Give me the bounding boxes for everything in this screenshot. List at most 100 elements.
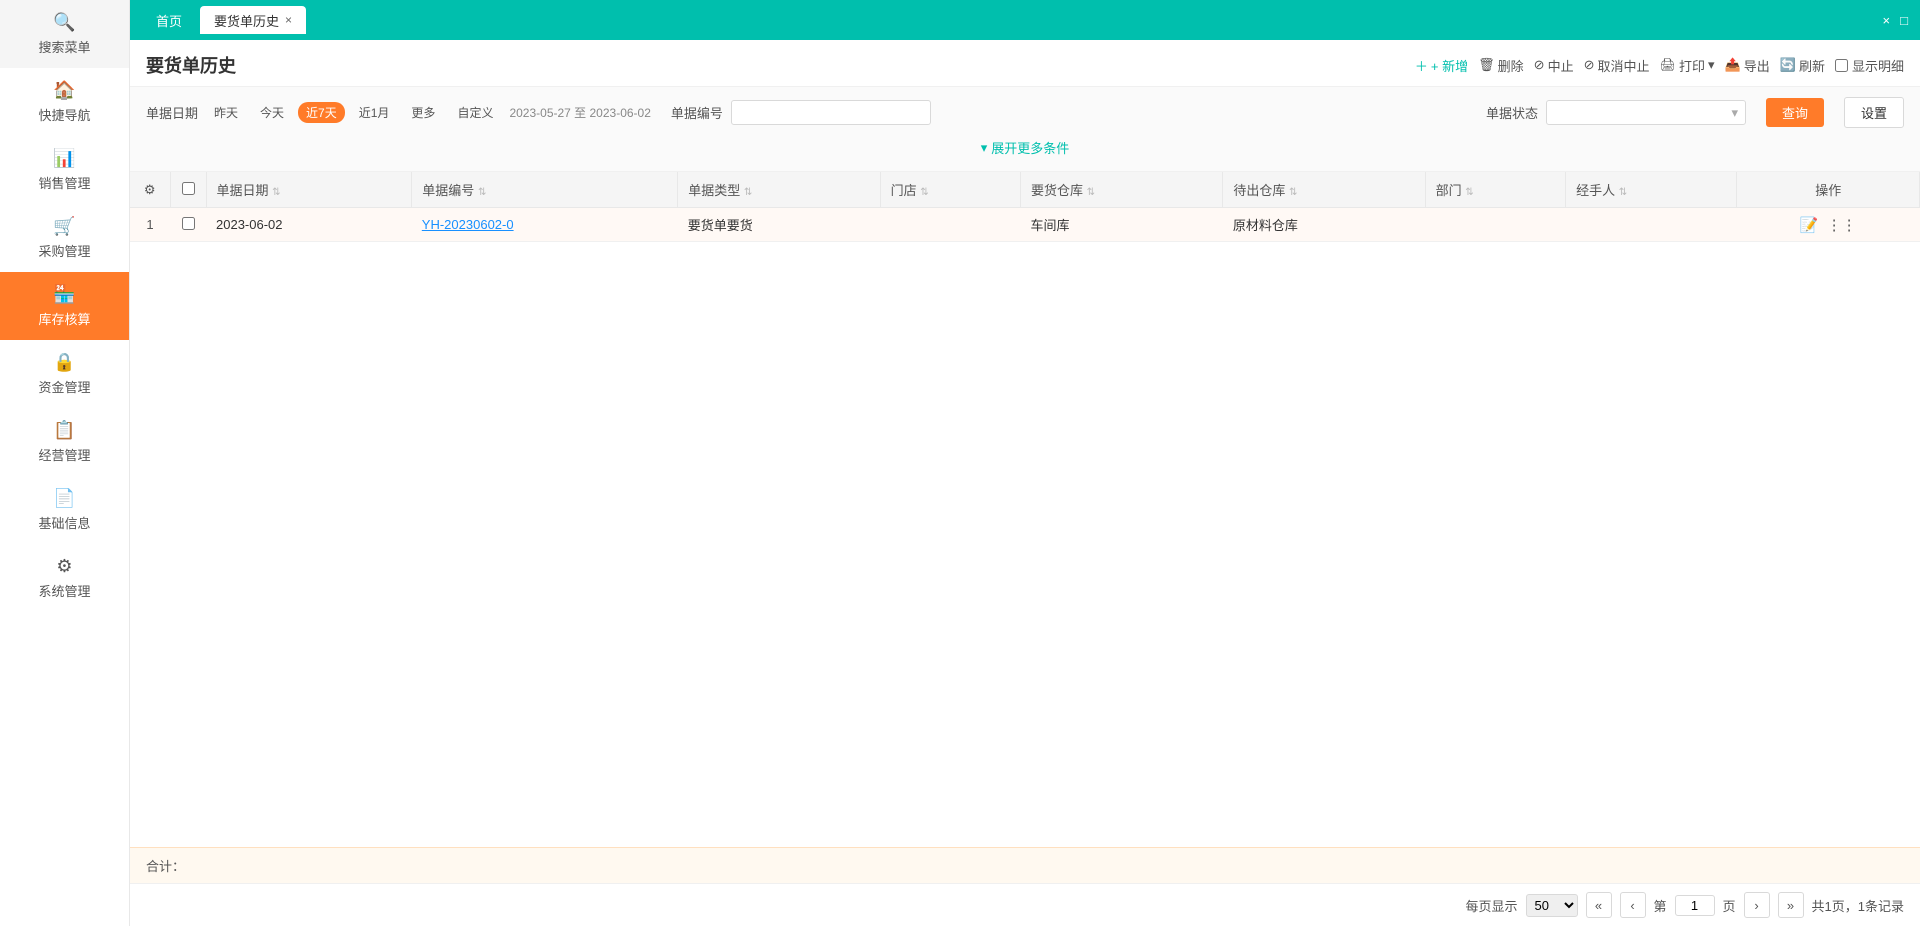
- stop-button[interactable]: ⊘ 中止: [1534, 56, 1574, 75]
- col-req-warehouse[interactable]: 要货仓库 ⇅: [1021, 172, 1223, 208]
- date-options: 昨天 今天 近7天 近1月 更多 自定义: [206, 102, 501, 123]
- row-doc-type: 要货单要货: [678, 208, 880, 242]
- col-pending-warehouse[interactable]: 待出仓库 ⇅: [1223, 172, 1425, 208]
- sidebar-item-label: 经营管理: [38, 445, 90, 464]
- doc-status-select[interactable]: [1546, 100, 1746, 125]
- doc-status-filter-group: 单据状态: [1486, 100, 1746, 125]
- finance-mgmt-icon: 🔒: [53, 352, 75, 373]
- data-table: ⚙ 单据日期 ⇅ 单据编号 ⇅ 单据类型: [130, 172, 1920, 242]
- sidebar-item-sys-mgmt[interactable]: ⚙ 系统管理: [0, 544, 129, 612]
- doc-status-select-wrap: [1546, 100, 1746, 125]
- sort-doctype-icon: ⇅: [744, 187, 752, 198]
- sidebar-item-label: 搜索菜单: [38, 37, 90, 56]
- table-footer: 合计：: [130, 847, 1920, 883]
- col-handler[interactable]: 经手人 ⇅: [1566, 172, 1737, 208]
- print-button[interactable]: 🖨 打印 ▾: [1660, 56, 1715, 75]
- col-date[interactable]: 单据日期 ⇅: [206, 172, 412, 208]
- sidebar-item-label: 采购管理: [38, 241, 90, 260]
- sidebar-item-label: 快捷导航: [38, 105, 90, 124]
- table-header-row: ⚙ 单据日期 ⇅ 单据编号 ⇅ 单据类型: [130, 172, 1920, 208]
- settings-button[interactable]: 设置: [1844, 97, 1904, 128]
- cancel-stop-icon: ⊘: [1584, 57, 1595, 73]
- delete-button[interactable]: 🗑 删除: [1478, 56, 1524, 75]
- row-store: [880, 208, 1020, 242]
- sort-pendwh-icon: ⇅: [1289, 187, 1297, 198]
- page-header: 要货单历史 ＋ + 新增 🗑 删除 ⊘ 中止 ⊘ 取消中止: [130, 40, 1920, 87]
- date-range-display: 2023-05-27 至 2023-06-02: [509, 104, 650, 121]
- sidebar-item-label: 库存核算: [38, 309, 90, 328]
- sidebar-item-basic-info[interactable]: 📄 基础信息: [0, 476, 129, 544]
- col-doc-no[interactable]: 单据编号 ⇅: [412, 172, 678, 208]
- date-option-today[interactable]: 今天: [252, 102, 292, 123]
- sidebar-item-label: 基础信息: [38, 513, 90, 532]
- refresh-button[interactable]: 🔄 刷新: [1780, 56, 1825, 75]
- sidebar-item-quick-nav[interactable]: 🏠 快捷导航: [0, 68, 129, 136]
- display-detail-toggle[interactable]: 显示明细: [1835, 56, 1904, 75]
- col-dept[interactable]: 部门 ⇅: [1425, 172, 1565, 208]
- row-checkbox[interactable]: [182, 217, 195, 230]
- window-maximize-icon[interactable]: □: [1900, 13, 1908, 28]
- table-body: 1 2023-06-02 YH-20230602-0 要货单要货 车间库 原材料…: [130, 208, 1920, 242]
- row-pending-warehouse: 原材料仓库: [1223, 208, 1425, 242]
- doc-no-input[interactable]: [731, 100, 931, 125]
- col-doc-type[interactable]: 单据类型 ⇅: [678, 172, 880, 208]
- row-dept: [1425, 208, 1565, 242]
- date-option-1month[interactable]: 近1月: [351, 102, 398, 123]
- date-option-more[interactable]: 更多: [403, 102, 443, 123]
- export-button[interactable]: 📤 导出: [1725, 56, 1770, 75]
- col-store[interactable]: 门店 ⇅: [880, 172, 1020, 208]
- main-area: 首页 要货单历史 × × □ 要货单历史 ＋ + 新增 🗑 删除: [130, 0, 1920, 926]
- page-label: 第: [1654, 896, 1667, 915]
- query-button[interactable]: 查询: [1766, 98, 1824, 127]
- tab-requisition-history[interactable]: 要货单历史 ×: [200, 6, 306, 34]
- ops-mgmt-icon: 📋: [53, 420, 75, 441]
- more-action-button[interactable]: ⋮⋮: [1827, 216, 1857, 234]
- window-close-icon[interactable]: ×: [1883, 13, 1891, 28]
- edit-action-button[interactable]: 📝: [1800, 216, 1819, 234]
- basic-info-icon: 📄: [53, 488, 75, 509]
- first-page-button[interactable]: «: [1586, 892, 1612, 918]
- sidebar-item-search-menu[interactable]: 🔍 搜索菜单: [0, 0, 129, 68]
- col-settings[interactable]: ⚙: [130, 172, 170, 208]
- print-dropdown-icon: ▾: [1708, 57, 1715, 73]
- sidebar-item-sales-mgmt[interactable]: 📊 销售管理: [0, 136, 129, 204]
- cancel-stop-button[interactable]: ⊘ 取消中止: [1584, 56, 1650, 75]
- page-size-select[interactable]: 50 10 20 100: [1526, 894, 1578, 917]
- sys-mgmt-icon: ⚙: [56, 556, 72, 577]
- doc-no-label: 单据编号: [671, 103, 723, 122]
- sort-reqwh-icon: ⇅: [1087, 187, 1095, 198]
- sidebar-item-label: 系统管理: [38, 581, 90, 600]
- sidebar-item-inventory[interactable]: 🏪 库存核算: [0, 272, 129, 340]
- sidebar-item-purchase-mgmt[interactable]: 🛒 采购管理: [0, 204, 129, 272]
- prev-page-button[interactable]: ‹: [1620, 892, 1646, 918]
- doc-no-filter-group: 单据编号: [671, 100, 931, 125]
- print-icon: 🖨: [1660, 57, 1677, 73]
- summary-label: 合计：: [146, 859, 185, 874]
- toolbar: ＋ + 新增 🗑 删除 ⊘ 中止 ⊘ 取消中止 🖨 打印: [1415, 56, 1904, 75]
- row-doc-no[interactable]: YH-20230602-0: [412, 208, 678, 242]
- select-all-checkbox[interactable]: [182, 182, 195, 195]
- new-button[interactable]: ＋ + 新增: [1415, 56, 1468, 75]
- sort-store-icon: ⇅: [920, 187, 928, 198]
- sidebar-item-ops-mgmt[interactable]: 📋 经营管理: [0, 408, 129, 476]
- date-option-7days[interactable]: 近7天: [298, 102, 345, 123]
- tab-home[interactable]: 首页: [142, 6, 196, 34]
- refresh-icon: 🔄: [1780, 57, 1796, 73]
- row-req-warehouse: 车间库: [1021, 208, 1223, 242]
- last-page-button[interactable]: »: [1778, 892, 1804, 918]
- sidebar-item-finance-mgmt[interactable]: 🔒 资金管理: [0, 340, 129, 408]
- sales-mgmt-icon: 📊: [53, 148, 75, 169]
- date-range-text: 2023-05-27 至 2023-06-02: [509, 104, 650, 121]
- search-menu-icon: 🔍: [53, 12, 75, 33]
- display-detail-checkbox[interactable]: [1835, 59, 1848, 72]
- date-option-custom[interactable]: 自定义: [449, 102, 501, 123]
- expand-icon: ▾: [981, 140, 988, 156]
- next-page-button[interactable]: ›: [1744, 892, 1770, 918]
- row-handler: [1566, 208, 1737, 242]
- date-option-yesterday[interactable]: 昨天: [206, 102, 246, 123]
- sort-date-icon: ⇅: [272, 187, 280, 198]
- close-tab-icon[interactable]: ×: [285, 13, 292, 27]
- expand-more-button[interactable]: ▾ 展开更多条件: [146, 134, 1904, 161]
- current-page-input[interactable]: [1675, 895, 1715, 916]
- pagination: 每页显示 50 10 20 100 « ‹ 第 页 › » 共1页，1条记录: [130, 883, 1920, 926]
